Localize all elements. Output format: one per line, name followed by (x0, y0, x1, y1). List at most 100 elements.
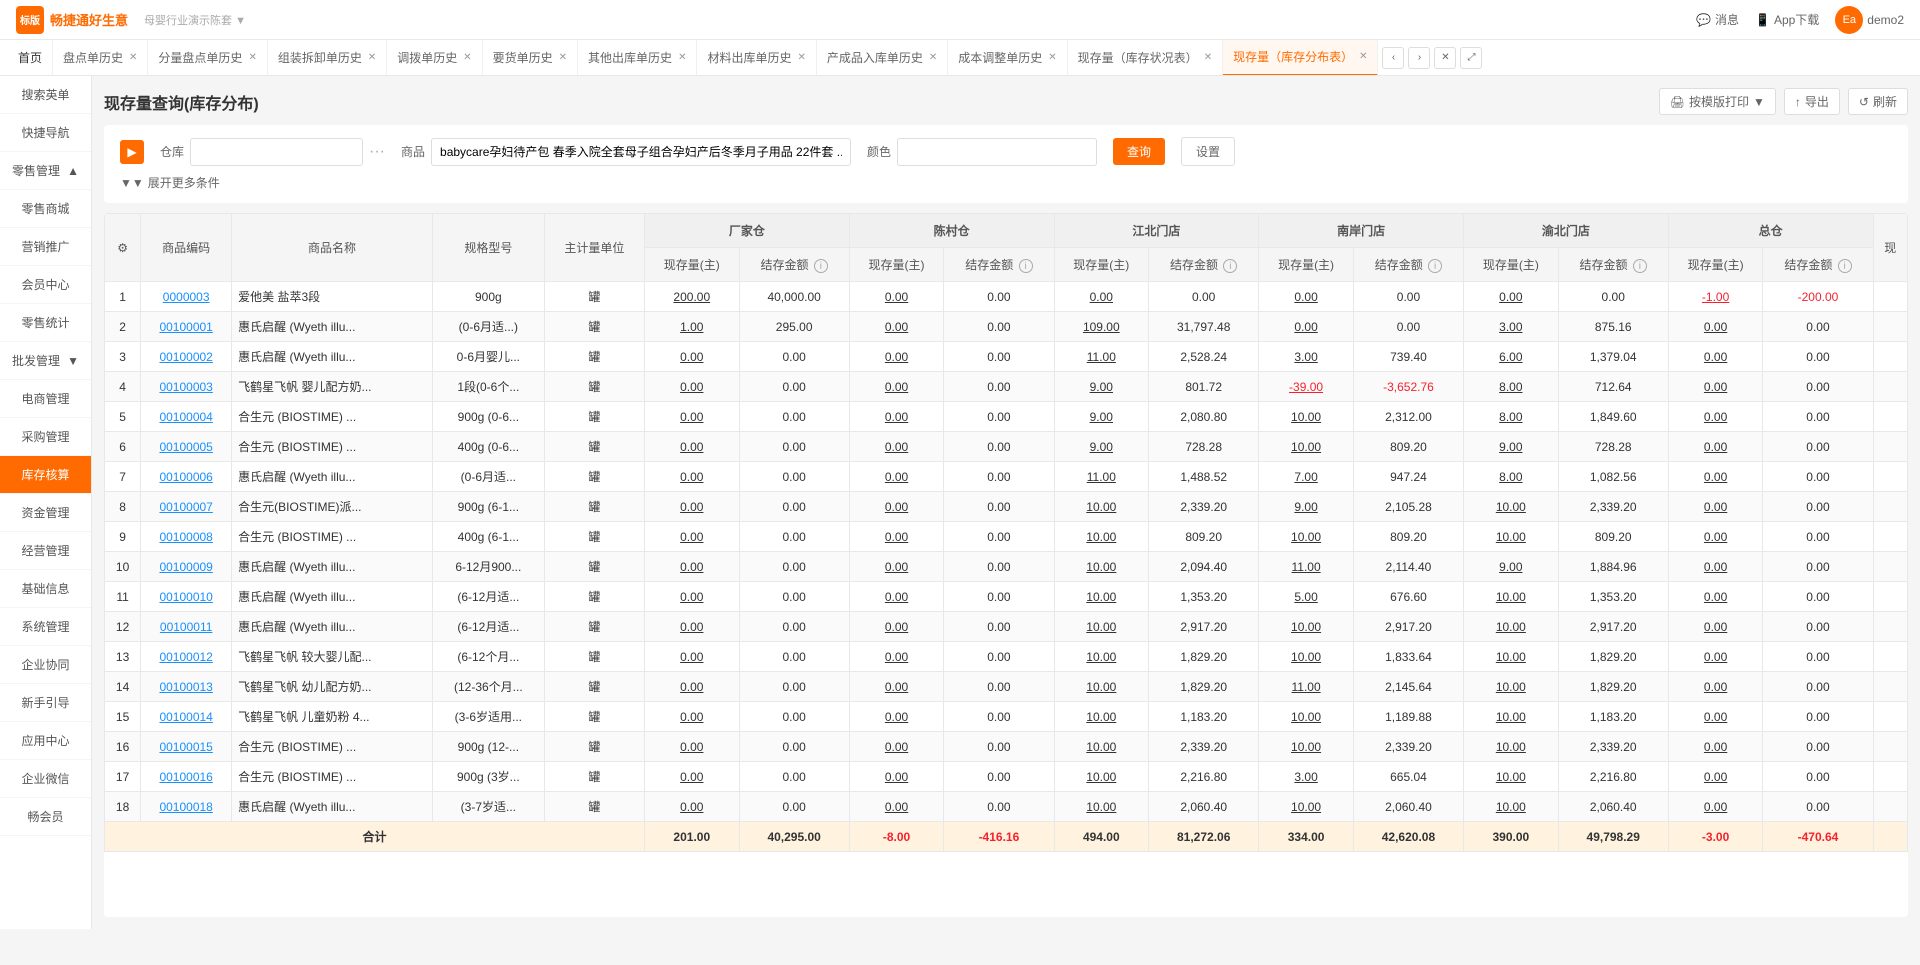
cell-t-amount: 0.00 (1763, 492, 1873, 522)
sidebar-finance-label: 资金管理 (21, 506, 69, 520)
sidebar-item-marketing[interactable]: 营销推广 (0, 228, 91, 266)
cell-jb-amount: 1,183.20 (1149, 702, 1259, 732)
cell-f-amount: 0.00 (739, 582, 849, 612)
tab-6-close[interactable]: ✕ (678, 52, 686, 63)
query-btn[interactable]: 查询 (1113, 138, 1165, 165)
cell-yb-stock: 10.00 (1464, 642, 1559, 672)
sidebar-item-inventory[interactable]: 库存核算 (0, 456, 91, 494)
tab-6[interactable]: 其他出库单历史 ✕ (578, 40, 697, 76)
tab-4-close[interactable]: ✕ (463, 52, 471, 63)
cell-f-amount: 0.00 (739, 612, 849, 642)
tab-9[interactable]: 成本调整单历史 ✕ (948, 40, 1067, 76)
sidebar-item-retail[interactable]: 零售管理 ▲ (0, 152, 91, 190)
warehouse-input[interactable] (190, 138, 363, 166)
sidebar-item-retailmall[interactable]: 零售商城 (0, 190, 91, 228)
cell-f-stock: 200.00 (644, 282, 739, 312)
sidebar-item-collab[interactable]: 企业协同 (0, 646, 91, 684)
cell-t-stock: 0.00 (1668, 642, 1763, 672)
tab-1-close[interactable]: ✕ (129, 52, 137, 63)
settings-btn[interactable]: 设置 (1181, 137, 1235, 166)
user-area[interactable]: Ea demo2 (1835, 6, 1904, 34)
logo-short: 标版 (20, 12, 40, 27)
sidebar-item-vip[interactable]: 畅会员 (0, 798, 91, 836)
cell-yb-amount: 1,082.56 (1558, 462, 1668, 492)
sidebar-item-wechat[interactable]: 企业微信 (0, 760, 91, 798)
download-btn[interactable]: 📱 App下载 (1755, 11, 1819, 28)
tab-close-btn[interactable]: ✕ (1434, 47, 1456, 69)
color-input[interactable] (897, 138, 1097, 166)
goods-label: 商品 (401, 143, 425, 160)
na-amount-info[interactable]: i (1428, 259, 1442, 273)
sidebar-item-member[interactable]: 会员中心 (0, 266, 91, 304)
sidebar-item-purchase[interactable]: 采购管理 (0, 418, 91, 456)
cell-jb-stock: 10.00 (1054, 672, 1149, 702)
tab-11[interactable]: 现存量（库存分布表） ✕ (1223, 40, 1378, 76)
sidebar-item-basics[interactable]: 基础信息 (0, 570, 91, 608)
tab-7-close[interactable]: ✕ (797, 52, 805, 63)
table-row: 11 00100010 惠氏启醒 (Wyeth illu... (6-12月适.… (105, 582, 1908, 612)
c-amount-info[interactable]: i (1019, 259, 1033, 273)
tab-11-close[interactable]: ✕ (1359, 51, 1367, 62)
filter-toggle-btn[interactable]: ▶ (120, 140, 144, 164)
cell-spec: (6-12月适... (432, 582, 544, 612)
sidebar-item-retailstat[interactable]: 零售统计 (0, 304, 91, 342)
cell-t-amount: 0.00 (1763, 342, 1873, 372)
cell-name: 合生元 (BIOSTIME) ... (232, 522, 433, 552)
tab-10[interactable]: 现存量（库存状况表） ✕ (1068, 40, 1223, 76)
goods-input[interactable] (431, 138, 851, 166)
cell-unit: 罐 (544, 432, 644, 462)
summary-na-amount: 42,620.08 (1353, 822, 1463, 852)
sidebar-item-appcenter[interactable]: 应用中心 (0, 722, 91, 760)
sidebar-item-search[interactable]: 搜索英单 (0, 76, 91, 114)
sidebar-item-guide[interactable]: 新手引导 (0, 684, 91, 722)
tab-home[interactable]: 首页 (8, 40, 53, 76)
sidebar-item-finance[interactable]: 资金管理 (0, 494, 91, 532)
cell-unit: 罐 (544, 792, 644, 822)
cell-f-amount: 295.00 (739, 312, 849, 342)
cell-jb-amount: 2,094.40 (1149, 552, 1259, 582)
tab-1[interactable]: 盘点单历史 ✕ (53, 40, 148, 76)
tab-3[interactable]: 组装拆卸单历史 ✕ (268, 40, 387, 76)
sidebar-item-wholesale[interactable]: 批发管理 ▼ (0, 342, 91, 380)
sidebar: 搜索英单 快捷导航 零售管理 ▲ 零售商城 营销推广 会员中心 零售统计 批发管… (0, 76, 92, 929)
tab-3-close[interactable]: ✕ (368, 52, 376, 63)
tab-5[interactable]: 要货单历史 ✕ (483, 40, 578, 76)
tab-9-close[interactable]: ✕ (1048, 52, 1056, 63)
message-btn[interactable]: 💬 消息 (1696, 11, 1739, 28)
f-amount-info[interactable]: i (814, 259, 828, 273)
yb-amount-info[interactable]: i (1633, 259, 1647, 273)
suite-label: 母婴行业演示陈套 ▼ (144, 12, 246, 28)
print-btn[interactable]: 🖨 按模版打印 ▼ (1659, 88, 1776, 115)
tab-1-label: 盘点单历史 (63, 49, 123, 66)
cell-na-stock: 10.00 (1259, 432, 1354, 462)
tab-4[interactable]: 调拨单历史 ✕ (387, 40, 482, 76)
refresh-btn[interactable]: ↺ 刷新 (1848, 88, 1908, 115)
cell-name: 惠氏启醒 (Wyeth illu... (232, 342, 433, 372)
sidebar-item-system[interactable]: 系统管理 (0, 608, 91, 646)
expand-btn[interactable]: ▼▼ 展开更多条件 (120, 174, 1892, 191)
cell-code: 00100015 (141, 732, 232, 762)
cell-c-stock: 0.00 (849, 282, 944, 312)
cell-t-amount: 0.00 (1763, 552, 1873, 582)
tab-prev-btn[interactable]: ‹ (1382, 47, 1404, 69)
tab-10-close[interactable]: ✕ (1204, 52, 1212, 63)
cell-jb-amount: 1,353.20 (1149, 582, 1259, 612)
tab-2-close[interactable]: ✕ (248, 52, 256, 63)
t-amount-info[interactable]: i (1838, 259, 1852, 273)
sidebar-item-ecommerce[interactable]: 电商管理 (0, 380, 91, 418)
cell-code: 00100006 (141, 462, 232, 492)
th-settings[interactable]: ⚙ (105, 214, 141, 282)
tab-2[interactable]: 分量盘点单历史 ✕ (148, 40, 267, 76)
export-btn[interactable]: ↑ 导出 (1784, 88, 1840, 115)
tab-5-close[interactable]: ✕ (559, 52, 567, 63)
jb-amount-info[interactable]: i (1223, 259, 1237, 273)
sidebar-item-quicknav[interactable]: 快捷导航 (0, 114, 91, 152)
tab-8[interactable]: 产成品入库单历史 ✕ (817, 40, 948, 76)
cell-t-stock: 0.00 (1668, 492, 1763, 522)
tab-7[interactable]: 材料出库单历史 ✕ (697, 40, 816, 76)
tab-8-close[interactable]: ✕ (929, 52, 937, 63)
tab-expand-btn[interactable]: ⤢ (1460, 47, 1482, 69)
tab-next-btn[interactable]: › (1408, 47, 1430, 69)
cell-t-stock: -1.00 (1668, 282, 1763, 312)
sidebar-item-operation[interactable]: 经营管理 (0, 532, 91, 570)
